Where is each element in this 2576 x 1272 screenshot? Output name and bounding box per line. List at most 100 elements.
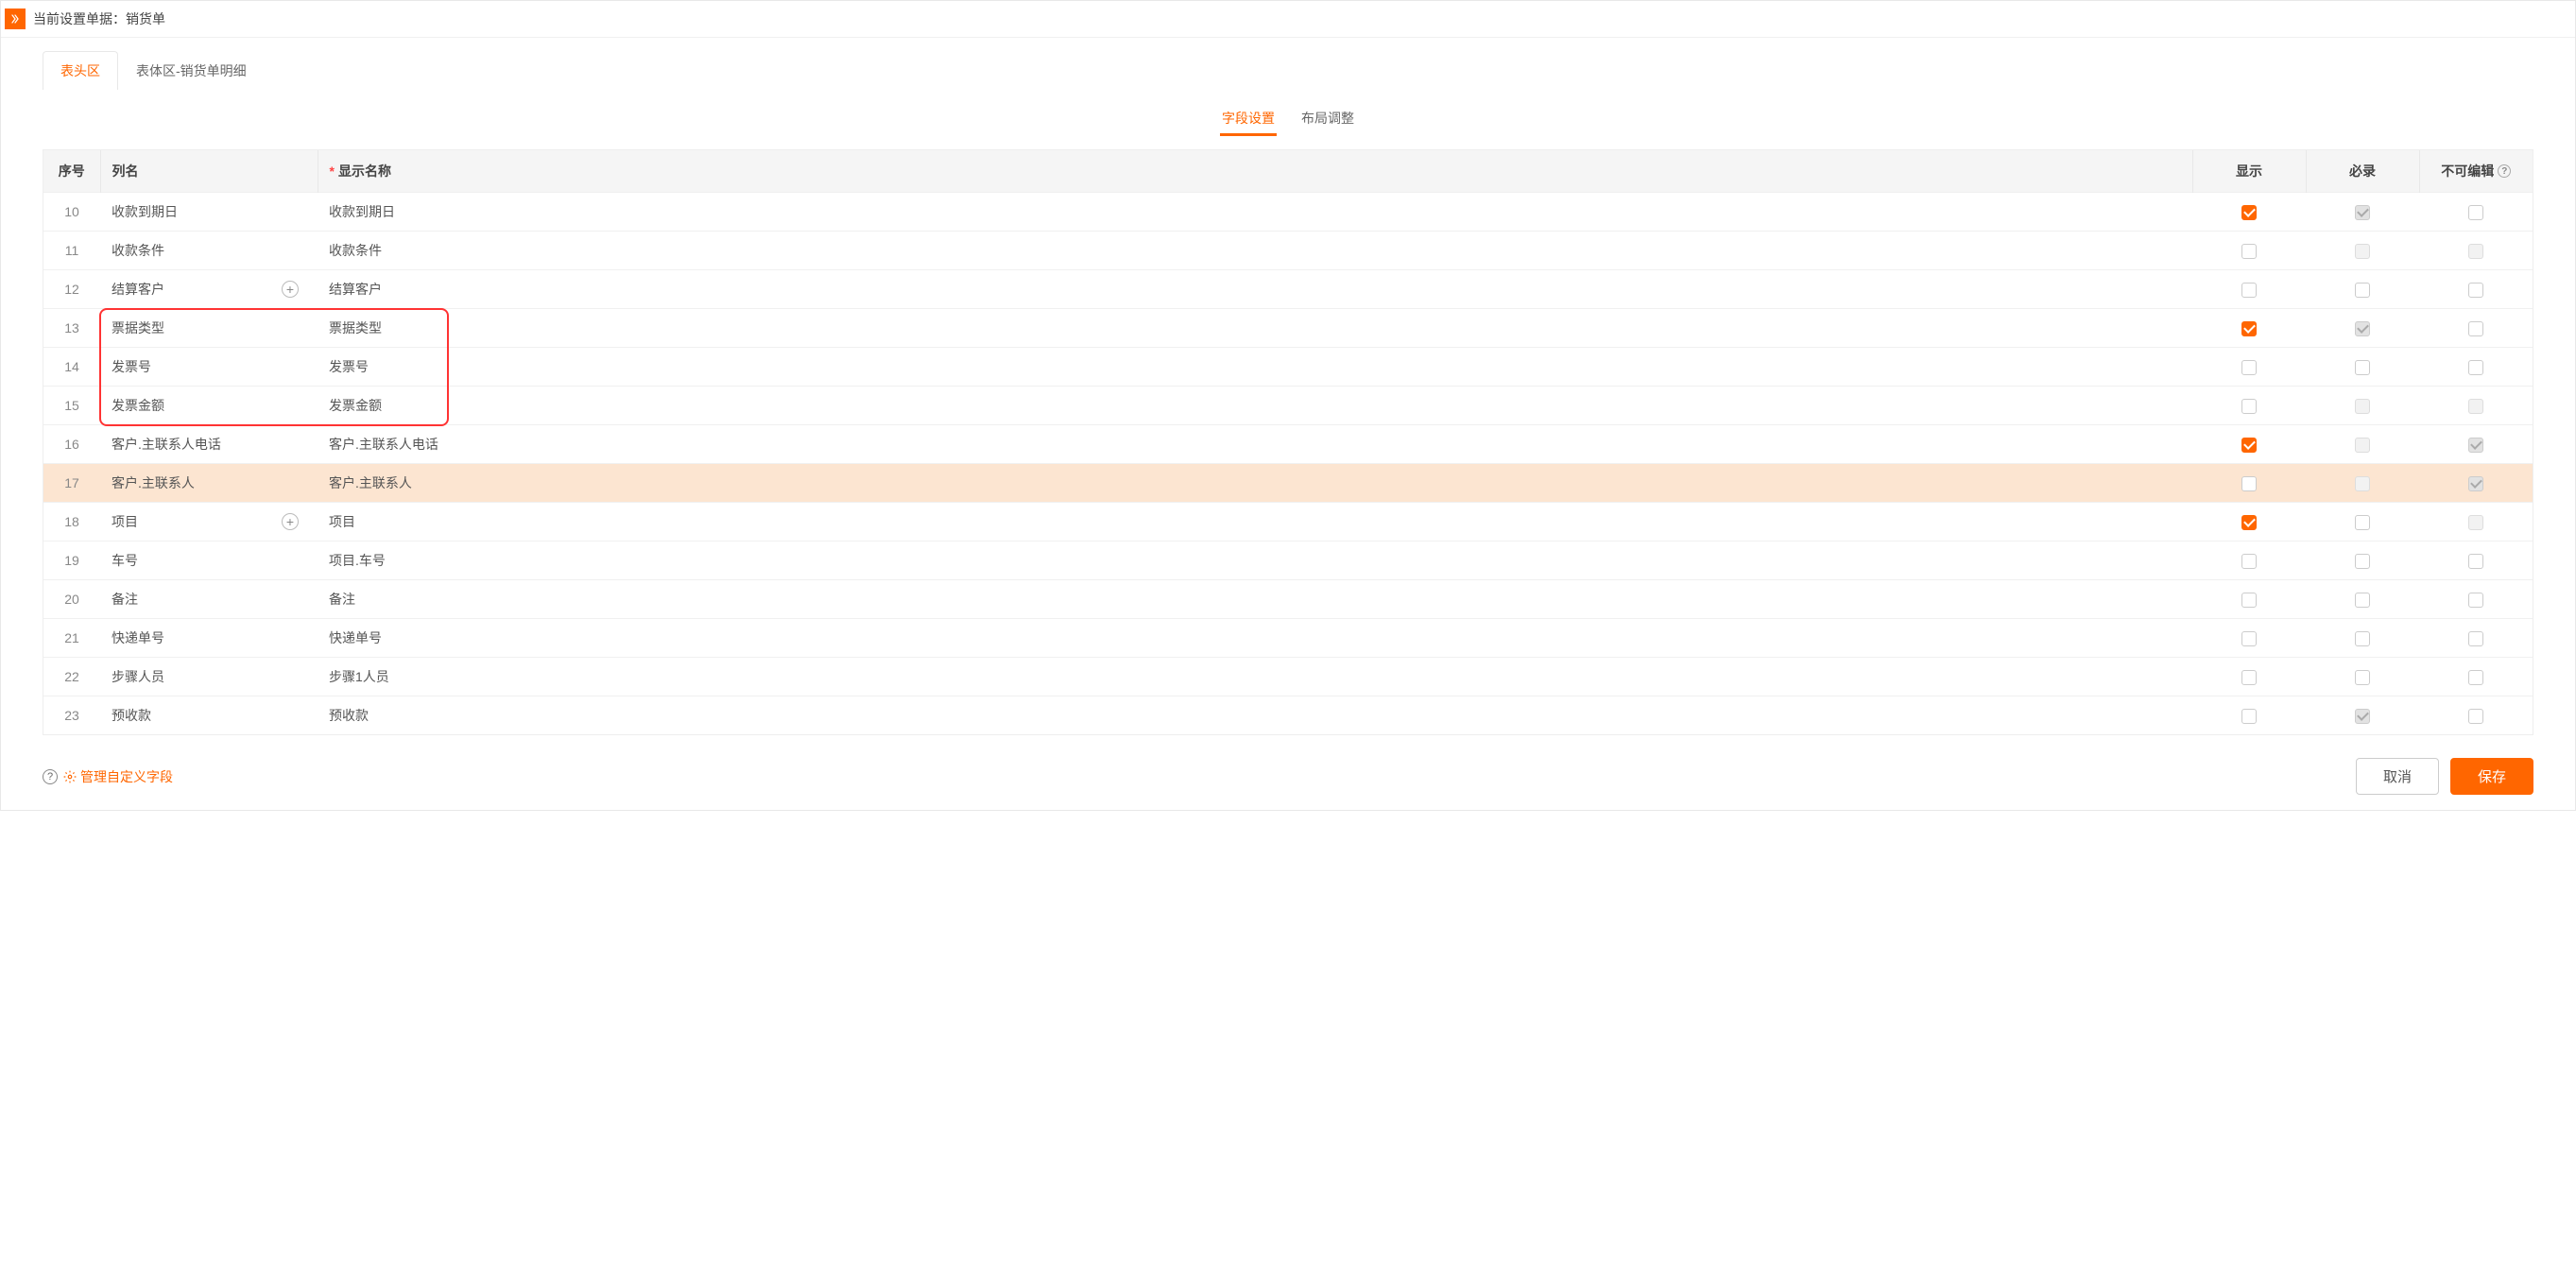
main-tab-0[interactable]: 表头区 <box>43 51 118 90</box>
required-checkbox <box>2355 244 2370 259</box>
cell-display-name[interactable]: 票据类型 <box>318 309 2192 348</box>
required-checkbox[interactable] <box>2355 554 2370 569</box>
sub-tab-0[interactable]: 字段设置 <box>1220 103 1277 136</box>
field-name-label: 收款到期日 <box>112 202 178 221</box>
readonly-checkbox[interactable] <box>2468 321 2483 336</box>
readonly-checkbox[interactable] <box>2468 593 2483 608</box>
cell-display-name[interactable]: 发票金额 <box>318 387 2192 425</box>
table-row[interactable]: 16客户.主联系人电话客户.主联系人电话 <box>43 425 2533 464</box>
readonly-checkbox[interactable] <box>2468 631 2483 646</box>
cell-display-name[interactable]: 预收款 <box>318 696 2192 735</box>
show-checkbox[interactable] <box>2241 593 2257 608</box>
required-checkbox[interactable] <box>2355 631 2370 646</box>
show-checkbox[interactable] <box>2241 283 2257 298</box>
table-row[interactable]: 17客户.主联系人客户.主联系人 <box>43 464 2533 503</box>
readonly-checkbox[interactable] <box>2468 360 2483 375</box>
cell-required <box>2306 464 2419 503</box>
show-checkbox[interactable] <box>2241 360 2257 375</box>
table-row[interactable]: 12结算客户+结算客户 <box>43 270 2533 309</box>
table-row[interactable]: 11收款条件收款条件 <box>43 232 2533 270</box>
required-checkbox[interactable] <box>2355 593 2370 608</box>
cell-required <box>2306 193 2419 232</box>
fields-table: 序号 列名 *显示名称 显示 必录 不可编辑? 10收款到期日收款到期日11收款… <box>43 150 2533 734</box>
cell-required <box>2306 696 2419 735</box>
page-title: 当前设置单据：销货单 <box>33 9 165 28</box>
cell-display-name[interactable]: 结算客户 <box>318 270 2192 309</box>
table-row[interactable]: 19车号项目.车号 <box>43 541 2533 580</box>
table-row[interactable]: 14发票号发票号 <box>43 348 2533 387</box>
expand-button[interactable] <box>5 9 26 29</box>
show-checkbox[interactable] <box>2241 438 2257 453</box>
cell-display-name[interactable]: 备注 <box>318 580 2192 619</box>
manage-custom-fields-link[interactable]: 管理自定义字段 <box>63 767 173 786</box>
table-row[interactable]: 23预收款预收款 <box>43 696 2533 735</box>
show-checkbox[interactable] <box>2241 244 2257 259</box>
required-checkbox[interactable] <box>2355 515 2370 530</box>
readonly-checkbox[interactable] <box>2468 283 2483 298</box>
cell-display-name[interactable]: 步骤1人员 <box>318 658 2192 696</box>
save-button[interactable]: 保存 <box>2450 758 2533 795</box>
required-checkbox[interactable] <box>2355 283 2370 298</box>
sub-tabs: 字段设置布局调整 <box>1 90 2575 140</box>
cell-display-name[interactable]: 客户.主联系人 <box>318 464 2192 503</box>
cell-display-name[interactable]: 发票号 <box>318 348 2192 387</box>
show-checkbox[interactable] <box>2241 321 2257 336</box>
cell-display-name[interactable]: 快递单号 <box>318 619 2192 658</box>
required-star: * <box>330 163 335 179</box>
show-checkbox[interactable] <box>2241 709 2257 724</box>
readonly-checkbox[interactable] <box>2468 205 2483 220</box>
cell-display-name[interactable]: 客户.主联系人电话 <box>318 425 2192 464</box>
cell-required <box>2306 425 2419 464</box>
table-row[interactable]: 20备注备注 <box>43 580 2533 619</box>
show-checkbox[interactable] <box>2241 515 2257 530</box>
cell-readonly <box>2419 270 2533 309</box>
readonly-checkbox[interactable] <box>2468 670 2483 685</box>
cancel-button[interactable]: 取消 <box>2356 758 2439 795</box>
field-name-label: 备注 <box>112 590 138 609</box>
fields-table-wrap: 序号 列名 *显示名称 显示 必录 不可编辑? 10收款到期日收款到期日11收款… <box>43 149 2533 735</box>
required-checkbox[interactable] <box>2355 670 2370 685</box>
plus-icon[interactable]: + <box>282 281 299 298</box>
cell-display-name[interactable]: 收款到期日 <box>318 193 2192 232</box>
cell-name: 客户.主联系人 <box>100 464 318 503</box>
table-row[interactable]: 10收款到期日收款到期日 <box>43 193 2533 232</box>
cell-display-name[interactable]: 项目 <box>318 503 2192 541</box>
table-row[interactable]: 18项目+项目 <box>43 503 2533 541</box>
cell-name: 客户.主联系人电话 <box>100 425 318 464</box>
show-checkbox[interactable] <box>2241 476 2257 491</box>
question-icon[interactable]: ? <box>43 769 58 784</box>
cell-seq: 15 <box>43 387 100 425</box>
table-row[interactable]: 21快递单号快递单号 <box>43 619 2533 658</box>
cell-name: 项目+ <box>100 503 318 541</box>
cell-show <box>2192 425 2306 464</box>
cell-required <box>2306 309 2419 348</box>
col-header-show: 显示 <box>2192 150 2306 193</box>
field-name-label: 步骤人员 <box>112 667 164 686</box>
plus-icon[interactable]: + <box>282 513 299 530</box>
cell-required <box>2306 580 2419 619</box>
required-checkbox <box>2355 399 2370 414</box>
cell-display-name[interactable]: 项目.车号 <box>318 541 2192 580</box>
cell-seq: 12 <box>43 270 100 309</box>
table-row[interactable]: 13票据类型票据类型 <box>43 309 2533 348</box>
show-checkbox[interactable] <box>2241 205 2257 220</box>
help-icon[interactable]: ? <box>2498 164 2511 178</box>
field-name-label: 快递单号 <box>112 628 164 647</box>
sub-tab-1[interactable]: 布局调整 <box>1299 103 1356 136</box>
table-row[interactable]: 15发票金额发票金额 <box>43 387 2533 425</box>
cell-readonly <box>2419 387 2533 425</box>
col-header-seq: 序号 <box>43 150 100 193</box>
main-tab-1[interactable]: 表体区-销货单明细 <box>118 51 265 90</box>
show-checkbox[interactable] <box>2241 554 2257 569</box>
required-checkbox[interactable] <box>2355 360 2370 375</box>
col-header-readonly-label: 不可编辑 <box>2441 162 2494 180</box>
show-checkbox[interactable] <box>2241 399 2257 414</box>
cell-display-name[interactable]: 收款条件 <box>318 232 2192 270</box>
table-row[interactable]: 22步骤人员步骤1人员 <box>43 658 2533 696</box>
show-checkbox[interactable] <box>2241 670 2257 685</box>
readonly-checkbox[interactable] <box>2468 709 2483 724</box>
show-checkbox[interactable] <box>2241 631 2257 646</box>
cell-seq: 16 <box>43 425 100 464</box>
readonly-checkbox[interactable] <box>2468 554 2483 569</box>
cell-show <box>2192 348 2306 387</box>
